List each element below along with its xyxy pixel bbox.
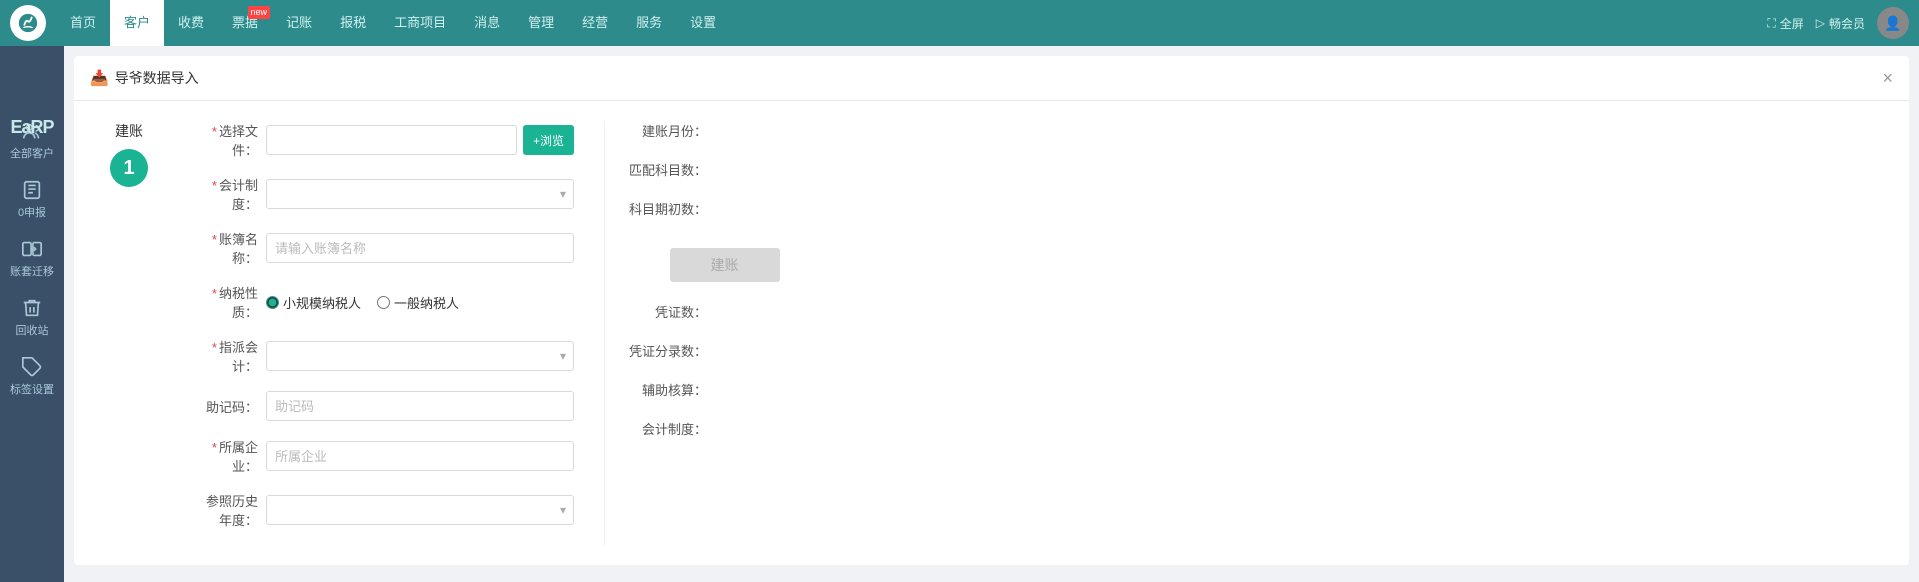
step-circle: 1 bbox=[110, 149, 148, 187]
history-year-label: 参照历史年度： bbox=[194, 491, 266, 529]
memo-input[interactable] bbox=[266, 391, 574, 421]
content-area: 📥 导爷数据导入 × 建账 1 选择文件： bbox=[64, 46, 1919, 582]
import-icon: 📥 bbox=[90, 69, 109, 87]
step-section: 建账 1 bbox=[94, 121, 164, 545]
tax-small-radio[interactable] bbox=[266, 296, 279, 309]
top-navigation: 首页 客户 收费 票据 new 记账 报税 工商项目 消息 管理 经营 服务 设… bbox=[0, 0, 1919, 46]
tax-general-radio[interactable] bbox=[377, 296, 390, 309]
tax-small-option[interactable]: 小规模纳税人 bbox=[266, 293, 361, 312]
subject-period-row: 科目期初数： bbox=[625, 199, 824, 218]
close-button[interactable]: × bbox=[1882, 69, 1893, 87]
nav-item-settings[interactable]: 设置 bbox=[676, 0, 730, 46]
nav-item-bookkeeping[interactable]: 记账 bbox=[272, 0, 326, 46]
nav-item-management[interactable]: 管理 bbox=[514, 0, 568, 46]
fullscreen-icon: ⛶ bbox=[1767, 16, 1775, 31]
voucher-row: 凭证数： bbox=[625, 302, 824, 321]
member-button[interactable]: ▷ 畅会员 bbox=[1816, 15, 1865, 32]
panel-body: 建账 1 选择文件： +浏览 会计制度： bbox=[74, 101, 1909, 565]
form-section: 选择文件： +浏览 会计制度： bbox=[194, 121, 574, 545]
aux-accounting-row: 辅助核算： bbox=[625, 380, 824, 399]
nav-items: 首页 客户 收费 票据 new 记账 报税 工商项目 消息 管理 经营 服务 设… bbox=[56, 0, 1767, 46]
memo-label: 助记码： bbox=[194, 397, 266, 416]
sidebar-item-migrate[interactable]: 账套迁移 bbox=[3, 230, 61, 285]
accounting-system-select-wrapper bbox=[266, 179, 574, 209]
file-label: 选择文件： bbox=[194, 121, 266, 159]
main-layout: EaRP 全部客户 0申报 账套迁移 bbox=[0, 46, 1919, 582]
fullscreen-button[interactable]: ⛶ 全屏 bbox=[1767, 15, 1803, 32]
panel-title: 📥 导爷数据导入 bbox=[90, 68, 199, 88]
tax-type-row: 纳税性质： 小规模纳税人 一般纳税人 bbox=[194, 283, 574, 321]
panel-header: 📥 导爷数据导入 × bbox=[74, 56, 1909, 101]
info-accounting-system-row: 会计制度： bbox=[625, 419, 824, 438]
nav-item-service[interactable]: 服务 bbox=[622, 0, 676, 46]
company-row: 所属企业： bbox=[194, 437, 574, 475]
accountant-select[interactable] bbox=[266, 341, 574, 371]
sidebar-item-tag[interactable]: 标签设置 bbox=[3, 348, 61, 403]
build-month-row: 建账月份： bbox=[625, 121, 824, 140]
voucher-entries-label: 凭证分录数： bbox=[625, 341, 715, 360]
accountant-select-wrapper bbox=[266, 341, 574, 371]
ledger-name-label: 账簿名称： bbox=[194, 229, 266, 267]
nav-item-operations[interactable]: 经营 bbox=[568, 0, 622, 46]
tax-type-label: 纳税性质： bbox=[194, 283, 266, 321]
nav-item-invoice[interactable]: 票据 new bbox=[218, 0, 272, 46]
tax-general-option[interactable]: 一般纳税人 bbox=[377, 293, 459, 312]
match-subjects-row: 匹配科目数： bbox=[625, 160, 824, 179]
file-input-group: +浏览 bbox=[266, 125, 574, 155]
main-panel: 📥 导爷数据导入 × 建账 1 选择文件： bbox=[74, 56, 1909, 565]
info-section: 建账月份： 匹配科目数： 科目期初数： 建账 bbox=[604, 121, 824, 545]
nav-right: ⛶ 全屏 ▷ 畅会员 👤 bbox=[1767, 7, 1909, 39]
sidebar-item-trash[interactable]: 回收站 bbox=[3, 289, 61, 344]
company-input[interactable] bbox=[266, 441, 574, 471]
build-month-label: 建账月份： bbox=[625, 121, 715, 140]
company-label: 所属企业： bbox=[194, 437, 266, 475]
play-icon: ▷ bbox=[1816, 16, 1825, 30]
sidebar: EaRP 全部客户 0申报 账套迁移 bbox=[0, 46, 64, 582]
history-year-select[interactable] bbox=[266, 495, 574, 525]
nav-item-business[interactable]: 工商项目 bbox=[380, 0, 460, 46]
voucher-label: 凭证数： bbox=[625, 302, 715, 321]
voucher-entries-row: 凭证分录数： bbox=[625, 341, 824, 360]
tax-type-radio-group: 小规模纳税人 一般纳税人 bbox=[266, 293, 574, 312]
subject-period-label: 科目期初数： bbox=[625, 199, 715, 218]
nav-item-message[interactable]: 消息 bbox=[460, 0, 514, 46]
nav-item-customer[interactable]: 客户 bbox=[110, 0, 164, 46]
browse-button[interactable]: +浏览 bbox=[523, 125, 574, 155]
file-row: 选择文件： +浏览 bbox=[194, 121, 574, 159]
ledger-name-input[interactable] bbox=[266, 233, 574, 263]
avatar[interactable]: 👤 bbox=[1877, 7, 1909, 39]
accounting-system-label: 会计制度： bbox=[194, 175, 266, 213]
sidebar-item-report[interactable]: 0申报 bbox=[3, 171, 61, 226]
logo[interactable] bbox=[10, 5, 46, 41]
new-badge: new bbox=[248, 6, 271, 19]
file-input[interactable] bbox=[266, 125, 517, 155]
nav-item-tax[interactable]: 报税 bbox=[326, 0, 380, 46]
match-subjects-label: 匹配科目数： bbox=[625, 160, 715, 179]
memo-row: 助记码： bbox=[194, 391, 574, 421]
avatar-icon: 👤 bbox=[1884, 15, 1901, 32]
ledger-name-row: 账簿名称： bbox=[194, 229, 574, 267]
earp-label: EaRP bbox=[0, 100, 64, 154]
accounting-system-row: 会计制度： bbox=[194, 175, 574, 213]
accounting-system-select[interactable] bbox=[266, 179, 574, 209]
build-account-button[interactable]: 建账 bbox=[670, 248, 780, 282]
info-accounting-system-label: 会计制度： bbox=[625, 419, 715, 438]
history-year-select-wrapper bbox=[266, 495, 574, 525]
accountant-row: 指派会计： bbox=[194, 337, 574, 375]
history-year-row: 参照历史年度： bbox=[194, 491, 574, 529]
nav-item-fee[interactable]: 收费 bbox=[164, 0, 218, 46]
aux-accounting-label: 辅助核算： bbox=[625, 380, 715, 399]
accountant-label: 指派会计： bbox=[194, 337, 266, 375]
nav-item-home[interactable]: 首页 bbox=[56, 0, 110, 46]
step-label: 建账 bbox=[115, 121, 143, 141]
